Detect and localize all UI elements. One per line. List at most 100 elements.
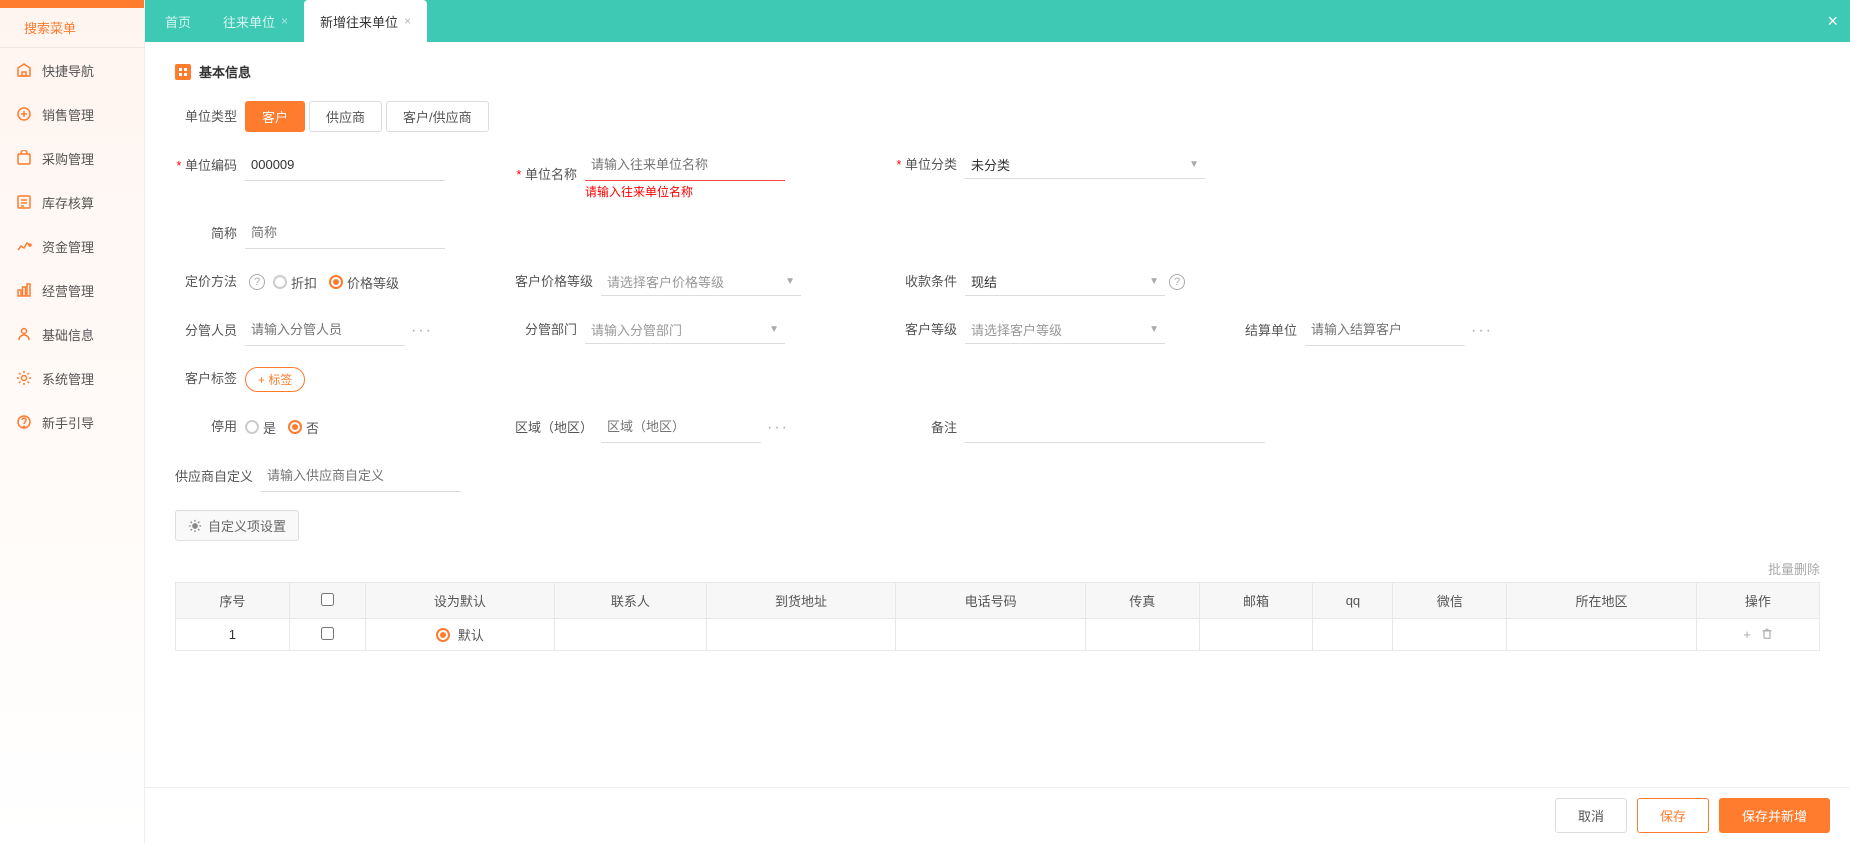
quick-nav-icon: [14, 60, 34, 80]
add-row-btn[interactable]: +: [1743, 627, 1751, 642]
radio-discount[interactable]: 折扣: [273, 273, 317, 292]
save-button[interactable]: 保存: [1637, 798, 1709, 833]
supplier-custom-input[interactable]: [261, 461, 461, 492]
cell-ops: +: [1696, 619, 1819, 651]
chevron-down-icon: ▼: [769, 324, 779, 335]
batch-delete-btn[interactable]: 批量删除: [1768, 559, 1820, 578]
section-title: 基本信息: [175, 62, 1820, 81]
content-area: 基本信息 单位类型 客户 供应商 客户/供应商 单位编码 单位名称: [145, 42, 1850, 787]
customer-price-level-field: 客户价格等级 请选择客户价格等级 ▼: [515, 267, 895, 297]
region-label: 区域（地区）: [515, 413, 601, 443]
sidebar-label: 经营管理: [42, 281, 94, 300]
sidebar-item-system[interactable]: 系统管理: [0, 356, 144, 400]
delete-row-btn[interactable]: [1761, 627, 1773, 642]
radio-no[interactable]: 否: [288, 418, 319, 437]
col-ops: 操作: [1696, 583, 1819, 619]
sidebar-item-inventory[interactable]: 库存核算: [0, 180, 144, 224]
payment-terms-select[interactable]: 现结 ▼: [965, 268, 1165, 296]
settlement-more-btn[interactable]: ···: [1465, 322, 1499, 340]
radio-yes[interactable]: 是: [245, 418, 276, 437]
unit-name-input[interactable]: [585, 150, 785, 181]
payment-terms-help-icon[interactable]: ?: [1169, 274, 1185, 290]
unit-category-field: 单位分类 未分类 ▼: [895, 150, 1820, 180]
sidebar-item-finance[interactable]: 资金管理: [0, 224, 144, 268]
region-more-btn[interactable]: ···: [761, 419, 795, 437]
save-add-button[interactable]: 保存并新增: [1719, 798, 1830, 833]
custom-settings-button[interactable]: 自定义项设置: [175, 510, 299, 541]
finance-icon: [14, 236, 34, 256]
manager-row: 分管人员 ··· 分管部门 请输入分管部门 ▼ 客户等级 请选择客户等级 ▼: [175, 315, 1820, 346]
pricing-method-field: 定价方法 ? 折扣 价格等级: [175, 267, 515, 297]
dept-select[interactable]: 请输入分管部门 ▼: [585, 316, 785, 344]
sidebar-label: 快捷导航: [42, 61, 94, 80]
basic-info-icon: [14, 324, 34, 344]
chevron-down-icon: ▼: [785, 276, 795, 287]
short-name-input[interactable]: [245, 218, 445, 249]
col-region: 所在地区: [1507, 583, 1697, 619]
tab-partners[interactable]: 往来单位 ×: [207, 0, 304, 42]
trash-icon: [1761, 627, 1773, 639]
guide-icon: [14, 412, 34, 432]
btn-customer-supplier[interactable]: 客户/供应商: [386, 101, 489, 132]
tab-home[interactable]: 首页: [149, 0, 207, 42]
radio-price-level[interactable]: 价格等级: [329, 273, 399, 292]
help-icon[interactable]: ?: [249, 274, 265, 290]
section-icon: [175, 64, 191, 80]
unit-type-btn-group: 客户 供应商 客户/供应商: [245, 101, 489, 132]
supplier-custom-field: 供应商自定义: [175, 461, 515, 492]
sidebar-item-basic-info[interactable]: 基础信息: [0, 312, 144, 356]
col-fax: 传真: [1085, 583, 1199, 619]
manager-input[interactable]: [245, 315, 405, 346]
radio-price-level-circle: [329, 275, 343, 289]
customer-level-select[interactable]: 请选择客户等级 ▼: [965, 316, 1165, 344]
table-row: 1 默认: [176, 619, 1820, 651]
settlement-unit-field: 结算单位 ···: [1235, 315, 1820, 346]
remark-input[interactable]: [965, 412, 1265, 443]
btn-customer[interactable]: 客户: [245, 101, 305, 132]
close-partners-tab[interactable]: ×: [281, 14, 288, 28]
sidebar-search[interactable]: 搜索菜单: [0, 8, 144, 48]
settlement-unit-label: 结算单位: [1235, 316, 1305, 346]
sidebar-item-quick-nav[interactable]: 快捷导航: [0, 48, 144, 92]
customer-price-level-select[interactable]: 请选择客户价格等级 ▼: [601, 268, 801, 296]
payment-terms-field: 收款条件 现结 ▼ ?: [895, 267, 1820, 297]
customer-tag-row: 客户标签 + 标签: [175, 364, 1820, 394]
sidebar-search-label: 搜索菜单: [24, 18, 76, 37]
settlement-unit-input[interactable]: [1305, 315, 1465, 346]
dept-label: 分管部门: [515, 315, 585, 345]
close-all-tabs[interactable]: ×: [1827, 11, 1838, 32]
remark-label: 备注: [895, 413, 965, 443]
add-tag-button[interactable]: + 标签: [245, 367, 305, 392]
customer-price-level-placeholder: 请选择客户价格等级: [607, 272, 724, 291]
payment-terms-label: 收款条件: [895, 267, 965, 297]
radio-yes-label: 是: [263, 418, 276, 437]
short-name-label: 简称: [175, 219, 245, 249]
cell-checkbox: [289, 619, 365, 651]
chevron-down-icon: ▼: [1149, 276, 1159, 287]
close-new-partner-tab[interactable]: ×: [404, 14, 411, 28]
dept-placeholder: 请输入分管部门: [591, 320, 682, 339]
cancel-button[interactable]: 取消: [1555, 798, 1627, 833]
sidebar-item-guide[interactable]: 新手引导: [0, 400, 144, 444]
customer-level-field: 客户等级 请选择客户等级 ▼: [895, 315, 1235, 345]
btn-supplier[interactable]: 供应商: [309, 101, 382, 132]
radio-default[interactable]: 默认: [372, 625, 549, 644]
region-input[interactable]: [601, 412, 761, 443]
tab-bar: 首页 往来单位 × 新增往来单位 × ×: [145, 0, 1850, 42]
unit-name-field: 单位名称 请输入往来单位名称: [515, 150, 895, 200]
cell-address: [706, 619, 896, 651]
manager-more-btn[interactable]: ···: [405, 322, 439, 340]
cell-fax: [1085, 619, 1199, 651]
cell-email: [1199, 619, 1313, 651]
tab-new-partner[interactable]: 新增往来单位 ×: [304, 0, 427, 42]
sidebar-item-purchase[interactable]: 采购管理: [0, 136, 144, 180]
unit-category-select[interactable]: 未分类 ▼: [965, 151, 1205, 179]
sidebar-item-sales[interactable]: 销售管理: [0, 92, 144, 136]
col-seq: 序号: [176, 583, 290, 619]
sidebar-item-operations[interactable]: 经营管理: [0, 268, 144, 312]
sidebar-label: 基础信息: [42, 325, 94, 344]
select-all-checkbox[interactable]: [321, 593, 334, 606]
unit-code-input[interactable]: [245, 150, 445, 181]
short-name-field: 简称: [175, 218, 515, 249]
row-checkbox[interactable]: [321, 627, 334, 640]
